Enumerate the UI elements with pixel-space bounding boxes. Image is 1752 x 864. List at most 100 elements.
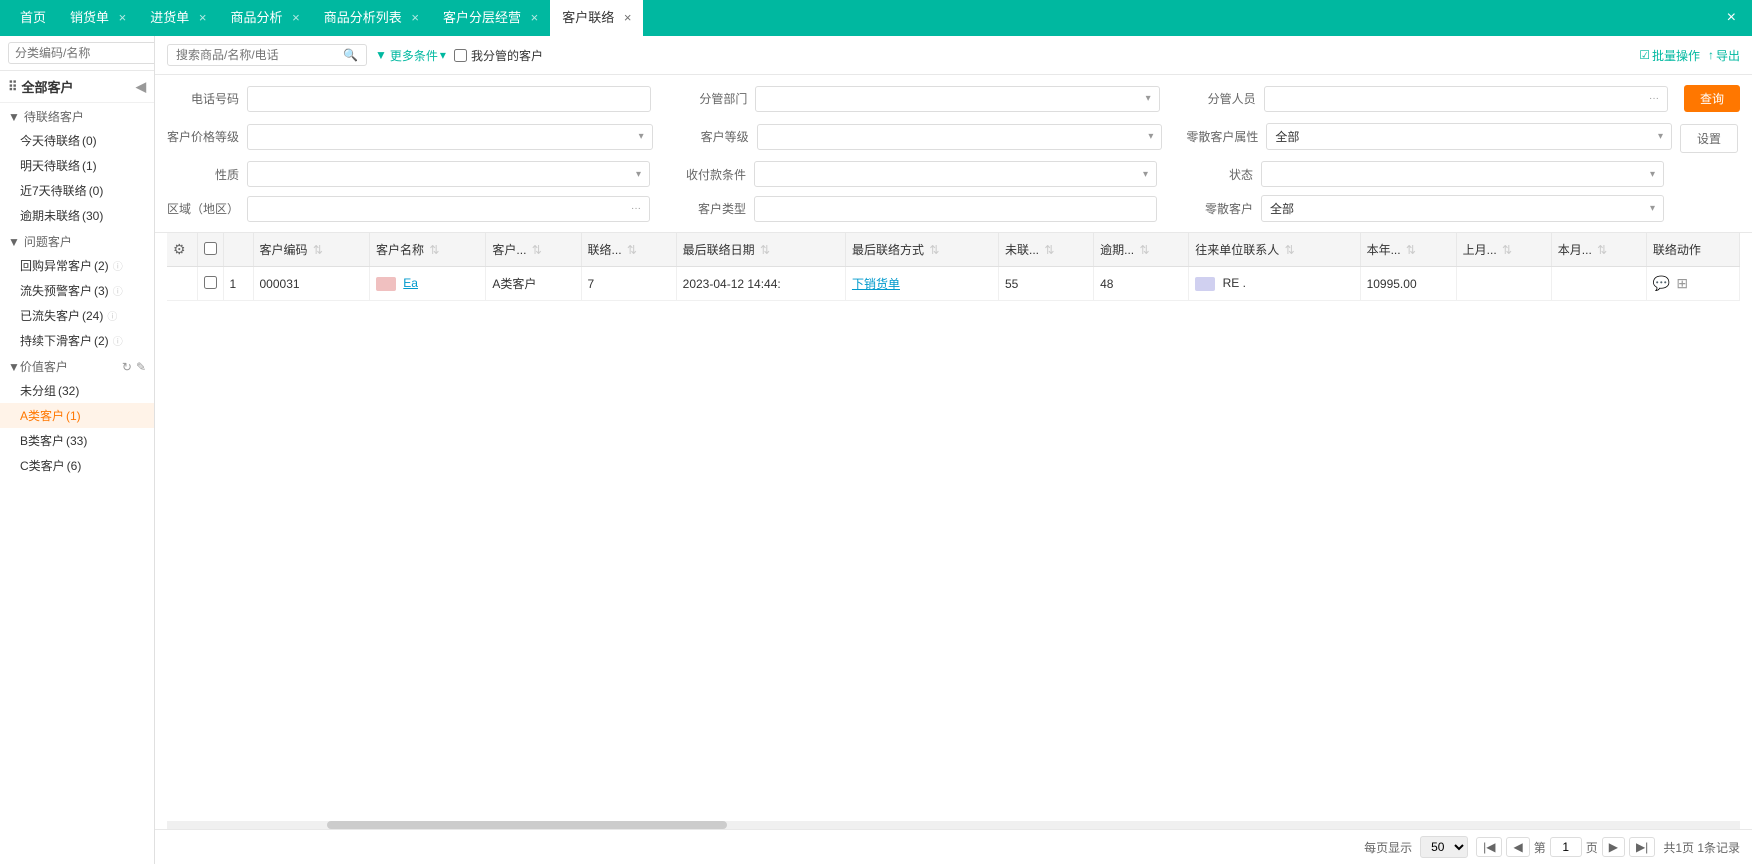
col-contacts[interactable]: 联络... ⇅ bbox=[581, 233, 676, 267]
filter-search-input[interactable] bbox=[176, 48, 343, 62]
sort-overdue-icon[interactable]: ⇅ bbox=[1139, 243, 1149, 257]
first-page-button[interactable]: |◀ bbox=[1476, 837, 1502, 857]
status-select[interactable]: ▾ bbox=[1261, 161, 1664, 187]
dept-select[interactable]: ▾ bbox=[755, 86, 1159, 112]
global-close-button[interactable]: × bbox=[1719, 9, 1744, 27]
settings-button[interactable]: 设置 bbox=[1680, 124, 1738, 153]
manager-select[interactable]: ··· bbox=[1264, 86, 1668, 112]
retail-customer-select[interactable]: 全部 ▾ bbox=[1261, 195, 1664, 222]
sort-customer-code-icon[interactable]: ⇅ bbox=[313, 243, 323, 257]
sort-last-month-icon[interactable]: ⇅ bbox=[1502, 243, 1512, 257]
retail-attr-select[interactable]: 全部 ▾ bbox=[1266, 123, 1672, 150]
all-customers-header[interactable]: ⠿ 全部客户 ◀ bbox=[0, 71, 154, 103]
info-icon-3[interactable]: ⓘ bbox=[107, 308, 117, 323]
close-customer-contact-tab[interactable]: × bbox=[624, 10, 632, 25]
sort-this-year-icon[interactable]: ⇅ bbox=[1406, 243, 1416, 257]
col-last-contact-method[interactable]: 最后联络方式 ⇅ bbox=[845, 233, 998, 267]
refresh-icon[interactable]: ↻ bbox=[122, 360, 132, 374]
sidebar-item-unclassified[interactable]: 未分组 (32) bbox=[0, 378, 154, 403]
close-product-analysis-list-tab[interactable]: × bbox=[411, 10, 419, 25]
sidebar-item-tomorrow-contact[interactable]: 明天待联络 (1) bbox=[0, 153, 154, 178]
nav-customer-contact[interactable]: 客户联络 × bbox=[550, 0, 643, 36]
col-overdue[interactable]: 逾期... ⇅ bbox=[1094, 233, 1189, 267]
col-settings[interactable]: ⚙ bbox=[167, 233, 197, 267]
gear-icon[interactable]: ⚙ bbox=[173, 241, 186, 257]
per-page-select[interactable]: 50 bbox=[1420, 836, 1468, 858]
nav-product-analysis[interactable]: 商品分析 × bbox=[218, 0, 311, 36]
edit-icon[interactable]: ✎ bbox=[136, 360, 146, 374]
customer-type-input[interactable] bbox=[754, 196, 1157, 222]
sort-contacts-icon[interactable]: ⇅ bbox=[627, 243, 637, 257]
sidebar-item-declining[interactable]: 持续下滑客户 (2) ⓘ bbox=[0, 328, 154, 353]
close-customer-segmentation-tab[interactable]: × bbox=[531, 10, 539, 25]
sort-category-icon[interactable]: ⇅ bbox=[532, 243, 542, 257]
nav-sales[interactable]: 销货单 × bbox=[58, 0, 138, 36]
col-category[interactable]: 客户... ⇅ bbox=[486, 233, 581, 267]
sort-no-contact-icon[interactable]: ⇅ bbox=[1044, 243, 1054, 257]
nature-select[interactable]: ▾ bbox=[247, 161, 650, 187]
col-customer-code[interactable]: 客户编码 ⇅ bbox=[253, 233, 369, 267]
last-page-button[interactable]: ▶| bbox=[1629, 837, 1655, 857]
col-customer-name[interactable]: 客户名称 ⇅ bbox=[369, 233, 485, 267]
close-sales-tab[interactable]: × bbox=[119, 10, 127, 25]
col-checkbox[interactable] bbox=[197, 233, 223, 267]
phone-input[interactable] bbox=[247, 86, 651, 112]
sort-company-contact-icon[interactable]: ⇅ bbox=[1285, 243, 1295, 257]
nav-product-analysis-list[interactable]: 商品分析列表 × bbox=[312, 0, 431, 36]
col-company-contact[interactable]: 往来单位联系人 ⇅ bbox=[1189, 233, 1360, 267]
sidebar-item-repurchase-abnormal[interactable]: 回购异常客户 (2) ⓘ bbox=[0, 253, 154, 278]
payment-label: 收付款条件 bbox=[674, 166, 754, 183]
horizontal-scrollbar[interactable] bbox=[167, 821, 1740, 829]
col-this-year[interactable]: 本年... ⇅ bbox=[1360, 233, 1456, 267]
sidebar-item-today-contact[interactable]: 今天待联络 (0) bbox=[0, 128, 154, 153]
horizontal-scrollbar-thumb[interactable] bbox=[327, 821, 727, 829]
prev-page-button[interactable]: ◀ bbox=[1506, 837, 1529, 857]
nav-customer-segmentation[interactable]: 客户分层经营 × bbox=[431, 0, 550, 36]
sidebar-item-churned[interactable]: 已流失客户 (24) ⓘ bbox=[0, 303, 154, 328]
my-customers-checkbox[interactable]: 我分管的客户 bbox=[454, 47, 543, 64]
price-level-select[interactable]: ▾ bbox=[247, 124, 653, 150]
filter-more-button[interactable]: ▼ 更多条件 ▾ bbox=[375, 47, 446, 64]
select-all-checkbox[interactable] bbox=[204, 242, 217, 255]
region-select[interactable]: ··· bbox=[247, 196, 650, 222]
row-name-cell[interactable]: Ea bbox=[369, 267, 485, 301]
sidebar-item-overdue-contact[interactable]: 逾期未联络 (30) bbox=[0, 203, 154, 228]
my-customers-check[interactable] bbox=[454, 49, 467, 62]
row-checkbox[interactable] bbox=[204, 276, 217, 289]
col-last-contact-date[interactable]: 最后联络日期 ⇅ bbox=[676, 233, 845, 267]
sidebar-item-week-contact[interactable]: 近7天待联络 (0) bbox=[0, 178, 154, 203]
info-icon-4[interactable]: ⓘ bbox=[113, 333, 123, 348]
col-no-contact[interactable]: 未联... ⇅ bbox=[998, 233, 1093, 267]
sort-last-contact-method-icon[interactable]: ⇅ bbox=[929, 243, 939, 257]
page-input[interactable] bbox=[1550, 837, 1582, 857]
col-this-month[interactable]: 本月... ⇅ bbox=[1551, 233, 1646, 267]
nav-purchase[interactable]: 进货单 × bbox=[138, 0, 218, 36]
row-checkbox-cell[interactable] bbox=[197, 267, 223, 301]
sort-this-month-icon[interactable]: ⇅ bbox=[1597, 243, 1607, 257]
col-last-month[interactable]: 上月... ⇅ bbox=[1456, 233, 1551, 267]
sidebar-search-input[interactable] bbox=[8, 42, 155, 64]
form-actions: 查询 bbox=[1676, 85, 1740, 112]
row-last-contact-method-cell[interactable]: 下销货单 bbox=[845, 267, 998, 301]
close-purchase-tab[interactable]: × bbox=[199, 10, 207, 25]
info-icon-1[interactable]: ⓘ bbox=[113, 258, 123, 273]
export-button[interactable]: ↑ 导出 bbox=[1708, 47, 1740, 64]
chat-icon[interactable]: 💬 bbox=[1653, 275, 1670, 292]
payment-select[interactable]: ▾ bbox=[754, 161, 1157, 187]
sidebar-item-a-class[interactable]: A类客户 (1) bbox=[0, 403, 154, 428]
sort-last-contact-date-icon[interactable]: ⇅ bbox=[760, 243, 770, 257]
collapse-icon[interactable]: ◀ bbox=[136, 79, 146, 95]
sidebar-item-c-class[interactable]: C类客户 (6) bbox=[0, 453, 154, 478]
info-icon-2[interactable]: ⓘ bbox=[113, 283, 123, 298]
next-page-button[interactable]: ▶ bbox=[1602, 837, 1625, 857]
batch-operation-button[interactable]: ☑ 批量操作 bbox=[1639, 47, 1700, 64]
grid-action-icon[interactable]: ⊞ bbox=[1676, 275, 1688, 292]
nav-home[interactable]: 首页 bbox=[8, 0, 58, 36]
filter-search-icon[interactable]: 🔍 bbox=[343, 48, 358, 62]
sort-customer-name-icon[interactable]: ⇅ bbox=[429, 243, 439, 257]
query-button[interactable]: 查询 bbox=[1684, 85, 1740, 112]
sidebar-item-churn-warning[interactable]: 流失预警客户 (3) ⓘ bbox=[0, 278, 154, 303]
close-product-analysis-tab[interactable]: × bbox=[292, 10, 300, 25]
sidebar-item-b-class[interactable]: B类客户 (33) bbox=[0, 428, 154, 453]
customer-level-select[interactable]: ▾ bbox=[757, 124, 1163, 150]
